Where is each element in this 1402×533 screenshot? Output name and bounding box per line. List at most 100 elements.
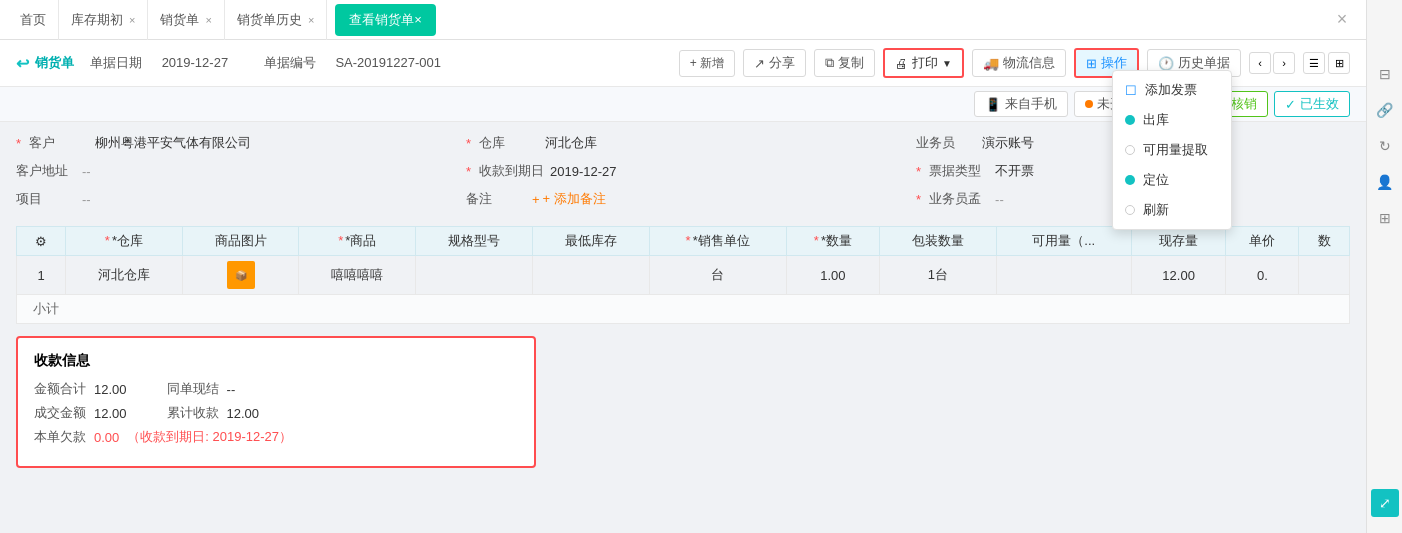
copy-button[interactable]: ⧉ 复制 <box>814 49 875 77</box>
doc-date-label: 单据日期 <box>90 55 142 70</box>
col-warehouse: **仓库 <box>66 227 183 256</box>
view-toggle: ☰ ⊞ <box>1303 52 1350 74</box>
dropdown-outbound[interactable]: 出库 <box>1113 105 1231 135</box>
add-note-icon: + <box>532 192 540 207</box>
share-button[interactable]: ↗ 分享 <box>743 49 806 77</box>
grid-view-button[interactable]: ⊞ <box>1328 52 1350 74</box>
balance-note: （收款到期日: 2019-12-27） <box>127 428 292 446</box>
share-icon: ↗ <box>754 56 765 71</box>
summary-row-2: 成交金额 12.00 累计收款 12.00 <box>34 404 518 422</box>
history-icon: 🕐 <box>1158 56 1174 71</box>
address-value: -- <box>82 164 91 179</box>
doc-type-icon: ↩ 销货单 <box>16 54 74 73</box>
doc-date-value: 2019-12-27 <box>162 55 229 70</box>
col-image: 商品图片 <box>182 227 299 256</box>
row-image: 📦 <box>182 256 299 295</box>
warehouse-field: * 仓库 河北仓库 <box>466 134 900 152</box>
summary-title: 收款信息 <box>34 352 518 370</box>
col-extra: 数 <box>1299 227 1350 256</box>
row-warehouse: 河北仓库 <box>66 256 183 295</box>
total-amount: 金额合计 12.00 <box>34 380 127 398</box>
col-unit: **销售单位 <box>649 227 786 256</box>
from-phone-button[interactable]: 📱 来自手机 <box>974 91 1068 117</box>
col-min-stock: 最低库存 <box>532 227 649 256</box>
right-sidebar: ⊟ 🔗 ↻ 👤 ⊞ ⤢ <box>1366 0 1402 533</box>
add-button[interactable]: + 新增 <box>679 50 735 77</box>
add-note-button[interactable]: + + 添加备注 <box>532 190 606 208</box>
single-settle-value: -- <box>227 382 236 397</box>
prev-button[interactable]: ‹ <box>1249 52 1271 74</box>
print-button[interactable]: 🖨 打印 ▼ <box>883 48 964 78</box>
logistics-button[interactable]: 🚚 物流信息 <box>972 49 1066 77</box>
list-view-button[interactable]: ☰ <box>1303 52 1325 74</box>
doc-meta: 单据日期 2019-12-27 单据编号 SA-20191227-001 <box>90 54 457 72</box>
col-available: 可用量（... <box>996 227 1131 256</box>
nav-arrows: ‹ › <box>1249 52 1295 74</box>
balance-value: 0.00 <box>94 430 119 445</box>
outbound-dot <box>1125 115 1135 125</box>
warehouse-value: 河北仓库 <box>545 134 597 152</box>
row-current-stock: 12.00 <box>1131 256 1226 295</box>
available-dot <box>1125 145 1135 155</box>
tab-bar: 首页 库存期初 × 销货单 × 销货单历史 × 查看销货单 × × <box>0 0 1366 40</box>
next-button[interactable]: › <box>1273 52 1295 74</box>
tab-close-sales[interactable]: × <box>205 14 211 26</box>
col-spec: 规格型号 <box>416 227 533 256</box>
tab-view-sales[interactable]: 查看销货单 × <box>335 4 436 36</box>
doc-no-label: 单据编号 <box>264 55 316 70</box>
payment-date-value: 2019-12-27 <box>550 164 617 179</box>
sales-order-icon: ↩ <box>16 54 29 73</box>
effective-check-icon: ✓ <box>1285 97 1296 112</box>
logistics-icon: 🚚 <box>983 56 999 71</box>
tab-close-history[interactable]: × <box>308 14 314 26</box>
row-pkg-qty: 1台 <box>880 256 997 295</box>
total-value: 12.00 <box>94 382 127 397</box>
data-table: ⚙ **仓库 商品图片 **商品 规格型号 最低库存 **销售单位 **数量 包… <box>16 226 1350 324</box>
sidebar-card-icon[interactable]: ⊟ <box>1371 60 1399 88</box>
operation-icon: ⊞ <box>1086 56 1097 71</box>
table-header-row: ⚙ **仓库 商品图片 **商品 规格型号 最低库存 **销售单位 **数量 包… <box>17 227 1350 256</box>
window-close-button[interactable]: × <box>1326 4 1358 36</box>
row-product: 嘻嘻嘻嘻 <box>299 256 416 295</box>
salesperson2-value: -- <box>995 192 1004 207</box>
sidebar-rotate-icon[interactable]: ↻ <box>1371 132 1399 160</box>
settings-icon: ⚙ <box>35 234 47 249</box>
tab-close-inventory[interactable]: × <box>129 14 135 26</box>
summary-row-3: 本单欠款 0.00 （收款到期日: 2019-12-27） <box>34 428 518 446</box>
subtotal-row: 小计 <box>17 295 1350 324</box>
already-effective-button[interactable]: ✓ 已生效 <box>1274 91 1350 117</box>
project-field: 项目 -- <box>16 190 450 208</box>
tab-sales-order[interactable]: 销货单 × <box>148 0 224 40</box>
col-pkg-qty: 包装数量 <box>880 227 997 256</box>
sidebar-expand-icon[interactable]: ⤢ <box>1371 489 1399 517</box>
locate-dot <box>1125 175 1135 185</box>
sidebar-link-icon[interactable]: 🔗 <box>1371 96 1399 124</box>
sidebar-person-icon[interactable]: 👤 <box>1371 168 1399 196</box>
sidebar-table-icon[interactable]: ⊞ <box>1371 204 1399 232</box>
col-price: 单价 <box>1226 227 1299 256</box>
cumulative-payment: 累计收款 12.00 <box>167 404 260 422</box>
row-spec <box>416 256 533 295</box>
tab-sales-history[interactable]: 销货单历史 × <box>225 0 327 40</box>
dropdown-add-invoice[interactable]: ☐ 添加发票 <box>1113 75 1231 105</box>
note-field: 备注 + + 添加备注 <box>466 190 900 208</box>
summary-box: 收款信息 金额合计 12.00 同单现结 -- 成交金额 12.00 <box>16 336 536 468</box>
cumulative-value: 12.00 <box>227 406 260 421</box>
dropdown-refresh[interactable]: 刷新 <box>1113 195 1231 225</box>
tab-home[interactable]: 首页 <box>8 0 59 40</box>
doc-no-value: SA-20191227-001 <box>335 55 441 70</box>
col-product: **商品 <box>299 227 416 256</box>
print-dropdown-arrow: ▼ <box>942 58 952 69</box>
col-settings[interactable]: ⚙ <box>17 227 66 256</box>
dropdown-locate[interactable]: 定位 <box>1113 165 1231 195</box>
product-image: 📦 <box>227 261 255 289</box>
data-table-container: ⚙ **仓库 商品图片 **商品 规格型号 最低库存 **销售单位 **数量 包… <box>16 218 1350 324</box>
tab-inventory-init[interactable]: 库存期初 × <box>59 0 148 40</box>
row-min-stock <box>532 256 649 295</box>
dropdown-available-qty[interactable]: 可用量提取 <box>1113 135 1231 165</box>
tab-close-view[interactable]: × <box>414 12 422 27</box>
refresh-dot <box>1125 205 1135 215</box>
subtotal-label: 小计 <box>17 295 1350 324</box>
payment-date-field: * 收款到期日 2019-12-27 <box>466 162 900 180</box>
doc-type-label: 销货单 <box>35 54 74 72</box>
